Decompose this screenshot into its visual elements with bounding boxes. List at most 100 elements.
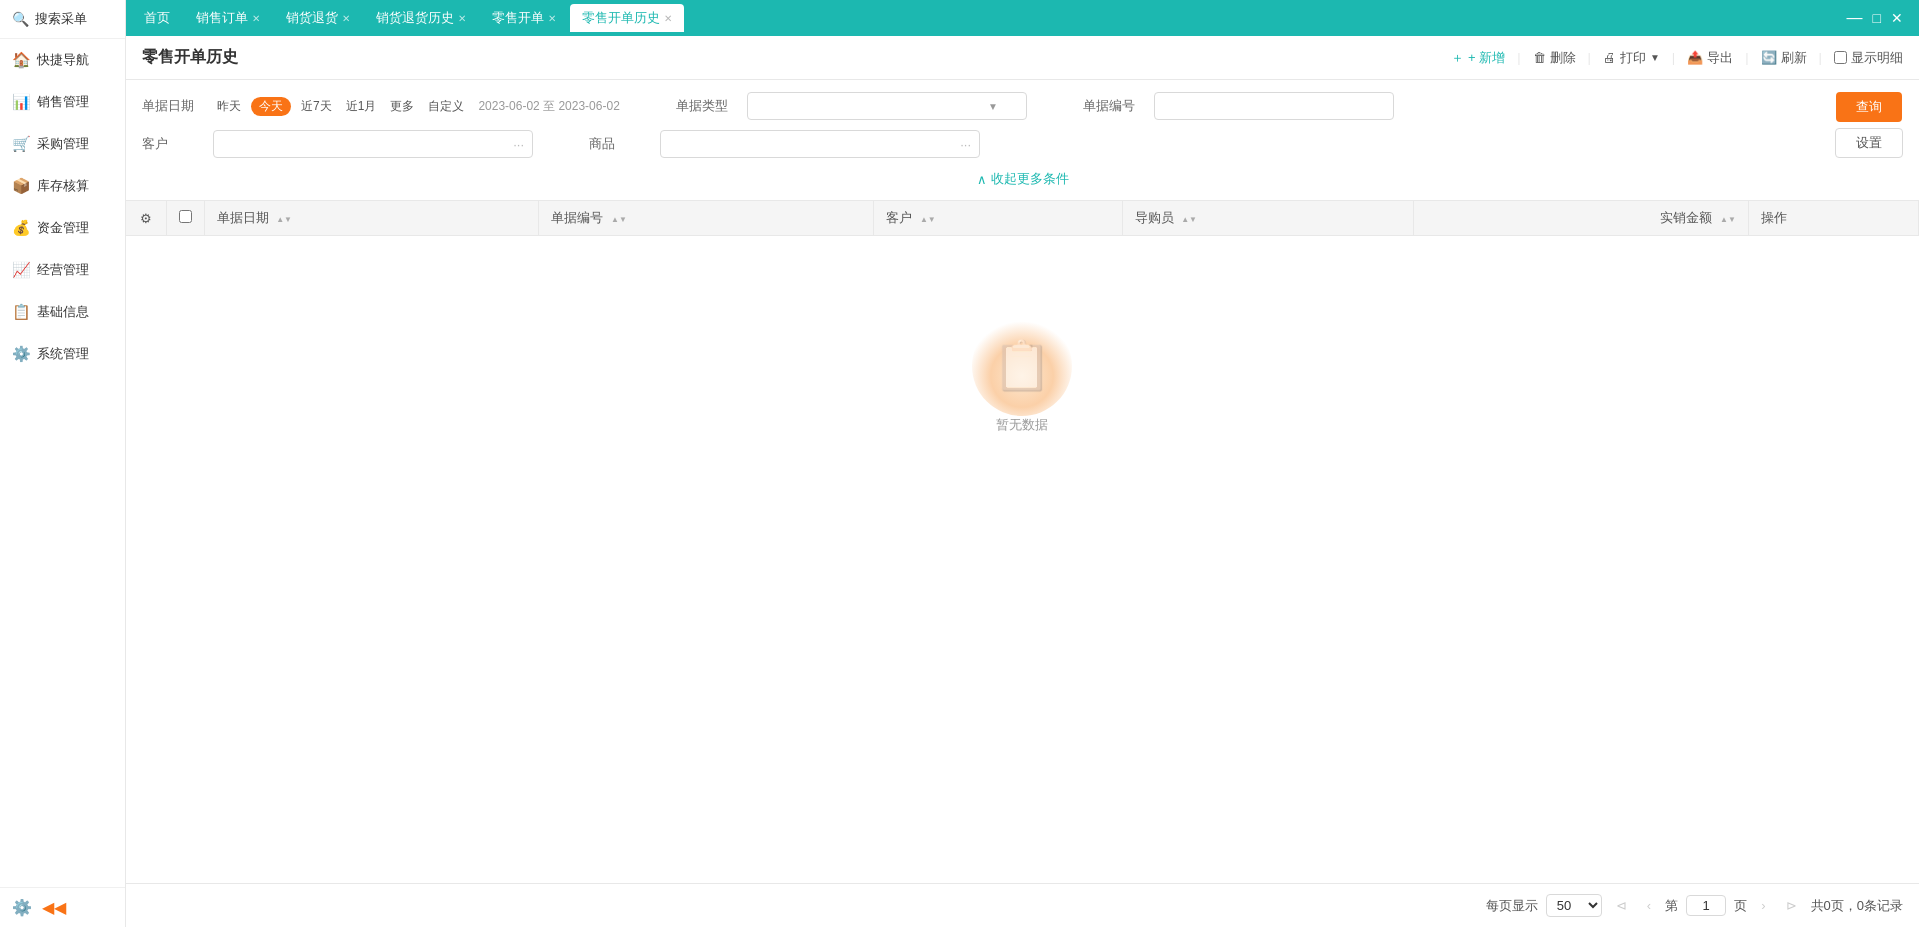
prev-page-btn[interactable]: ‹ [1641,896,1657,915]
show-detail-toggle[interactable]: 显示明细 [1834,49,1903,67]
sales-rep-sort-icon[interactable]: ▲▼ [1181,215,1197,224]
doc-date-sort-icon[interactable]: ▲▼ [276,215,292,224]
export-icon: 📤 [1687,50,1703,65]
sidebar-item-quick-nav[interactable]: 🏠 快捷导航 [0,39,125,81]
date-1month[interactable]: 近1月 [342,97,381,116]
page-size-select[interactable]: 50 10 20 100 [1546,894,1602,917]
sidebar-item-base-info[interactable]: 📋 基础信息 [0,291,125,333]
sidebar-item-purchase-mgmt[interactable]: 🛒 采购管理 [0,123,125,165]
sidebar-item-sys-mgmt[interactable]: ⚙️ 系统管理 [0,333,125,375]
export-button[interactable]: 📤 导出 [1687,49,1733,67]
collapse-filter-btn[interactable]: ∧ 收起更多条件 [142,168,1903,194]
date-yesterday[interactable]: 昨天 [213,97,245,116]
date-shortcuts: 昨天 今天 近7天 近1月 更多 自定义 2023-06-02 至 2023-0… [213,97,620,116]
tab-sales-return-label: 销货退货 [286,9,338,27]
tab-sales-return[interactable]: 销货退货 ✕ [274,4,362,32]
per-page-label: 每页显示 [1486,897,1538,915]
window-min-btn[interactable]: — [1847,9,1863,27]
sidebar-item-label-sys-mgmt: 系统管理 [37,345,89,363]
print-chevron-icon: ▼ [1650,52,1660,63]
page-title: 零售开单历史 [142,47,238,68]
tab-sales-return-history-close[interactable]: ✕ [458,13,466,24]
tab-sales-order-close[interactable]: ✕ [252,13,260,24]
next-page-btn[interactable]: › [1755,896,1771,915]
delete-button[interactable]: 🗑 删除 [1533,49,1576,67]
customer-dots-icon[interactable]: ··· [513,137,524,152]
add-icon: ＋ [1451,49,1464,67]
th-doc-date: 单据日期 ▲▼ [204,201,539,236]
sidebar-collapse-button[interactable]: ◀◀ [42,898,66,917]
tab-retail-history[interactable]: 零售开单历史 ✕ [570,4,684,32]
customer-label: 客户 [142,135,197,153]
sidebar-item-label-quick-nav: 快捷导航 [37,51,89,69]
sidebar-item-label-operations: 经营管理 [37,261,89,279]
doc-no-label: 单据编号 [1083,97,1138,115]
tab-retail-open-close[interactable]: ✕ [548,13,556,24]
sidebar-search[interactable]: 🔍 搜索采单 [0,0,125,39]
sidebar-item-sales-mgmt[interactable]: 📊 销售管理 [0,81,125,123]
date-7days[interactable]: 近7天 [297,97,336,116]
sidebar-item-finance[interactable]: 💰 资金管理 [0,207,125,249]
sidebar-item-inventory[interactable]: 📦 库存核算 [0,165,125,207]
tab-home-label: 首页 [144,9,170,27]
sidebar-gear-button[interactable]: ⚙️ [12,898,32,917]
date-filter-label: 单据日期 [142,97,197,115]
tab-sales-return-close[interactable]: ✕ [342,13,350,24]
amount-sort-icon[interactable]: ▲▼ [1720,215,1736,224]
tab-sales-return-history-label: 销货退货历史 [376,9,454,27]
doc-no-sort-icon[interactable]: ▲▼ [611,215,627,224]
add-button[interactable]: ＋ + 新增 [1451,49,1505,67]
first-page-btn[interactable]: ⊲ [1610,896,1633,915]
goods-input-wrap: ··· [660,130,980,158]
show-detail-checkbox[interactable] [1834,51,1847,64]
page-input[interactable]: 1 [1686,895,1726,916]
toolbar-actions: ＋ + 新增 | 🗑 删除 | 🖨 打印 ▼ | 📤 导出 | 🔄 刷新 [1451,49,1903,67]
table-container: ⚙ 单据日期 ▲▼ 单据编号 ▲▼ 客户 ▲▼ [126,201,1919,883]
filter-actions: 查询 设置 [1835,92,1903,158]
date-more[interactable]: 更多 [386,97,418,116]
tab-retail-history-close[interactable]: ✕ [664,13,672,24]
th-customer: 客户 ▲▼ [874,201,1122,236]
tab-sales-return-history[interactable]: 销货退货历史 ✕ [364,4,478,32]
query-button[interactable]: 查询 [1836,92,1902,122]
date-today[interactable]: 今天 [251,97,291,116]
filter-area: 单据日期 昨天 今天 近7天 近1月 更多 自定义 2023-06-02 至 2… [126,80,1919,201]
doc-no-input[interactable] [1163,99,1385,114]
th-customer-label: 客户 [886,210,912,225]
doc-type-select[interactable]: ▼ [747,92,1027,120]
select-all-checkbox[interactable] [179,210,192,223]
goods-input[interactable] [669,137,960,152]
customer-input[interactable] [222,137,513,152]
export-label: 导出 [1707,49,1733,67]
th-gear: ⚙ [126,201,166,236]
print-button[interactable]: 🖨 打印 ▼ [1603,49,1660,67]
last-page-btn[interactable]: ⊳ [1780,896,1803,915]
setting-button[interactable]: 设置 [1835,128,1903,158]
sales-mgmt-icon: 📊 [12,93,31,111]
window-close-btn[interactable]: ✕ [1891,10,1903,26]
doc-type-label: 单据类型 [676,97,731,115]
customer-sort-icon[interactable]: ▲▼ [920,215,936,224]
tab-home[interactable]: 首页 [132,4,182,32]
sidebar-item-operations[interactable]: 📈 经营管理 [0,249,125,291]
sidebar-item-label-purchase-mgmt: 采购管理 [37,135,89,153]
sidebar-footer: ⚙️ ◀◀ [0,887,125,927]
total-info: 共0页，0条记录 [1811,897,1903,915]
th-action-label: 操作 [1761,210,1787,225]
date-custom[interactable]: 自定义 [424,97,468,116]
goods-dots-icon[interactable]: ··· [960,137,971,152]
th-doc-no-label: 单据编号 [551,210,603,225]
print-label: 打印 [1620,49,1646,67]
print-icon: 🖨 [1603,50,1616,65]
tab-retail-open[interactable]: 零售开单 ✕ [480,4,568,32]
tab-sales-order[interactable]: 销售订单 ✕ [184,4,272,32]
tab-bar: 首页 销售订单 ✕ 销货退货 ✕ 销货退货历史 ✕ 零售开单 ✕ 零售开单历史 … [126,0,1919,36]
refresh-button[interactable]: 🔄 刷新 [1761,49,1807,67]
window-max-btn[interactable]: □ [1873,10,1881,26]
page-label: 第 [1665,897,1678,915]
date-range-display: 2023-06-02 至 2023-06-02 [478,98,619,115]
gear-icon[interactable]: ⚙ [140,211,152,226]
sidebar-item-label-inventory: 库存核算 [37,177,89,195]
table-header: ⚙ 单据日期 ▲▼ 单据编号 ▲▼ 客户 ▲▼ [126,201,1919,236]
sidebar-item-label-base-info: 基础信息 [37,303,89,321]
